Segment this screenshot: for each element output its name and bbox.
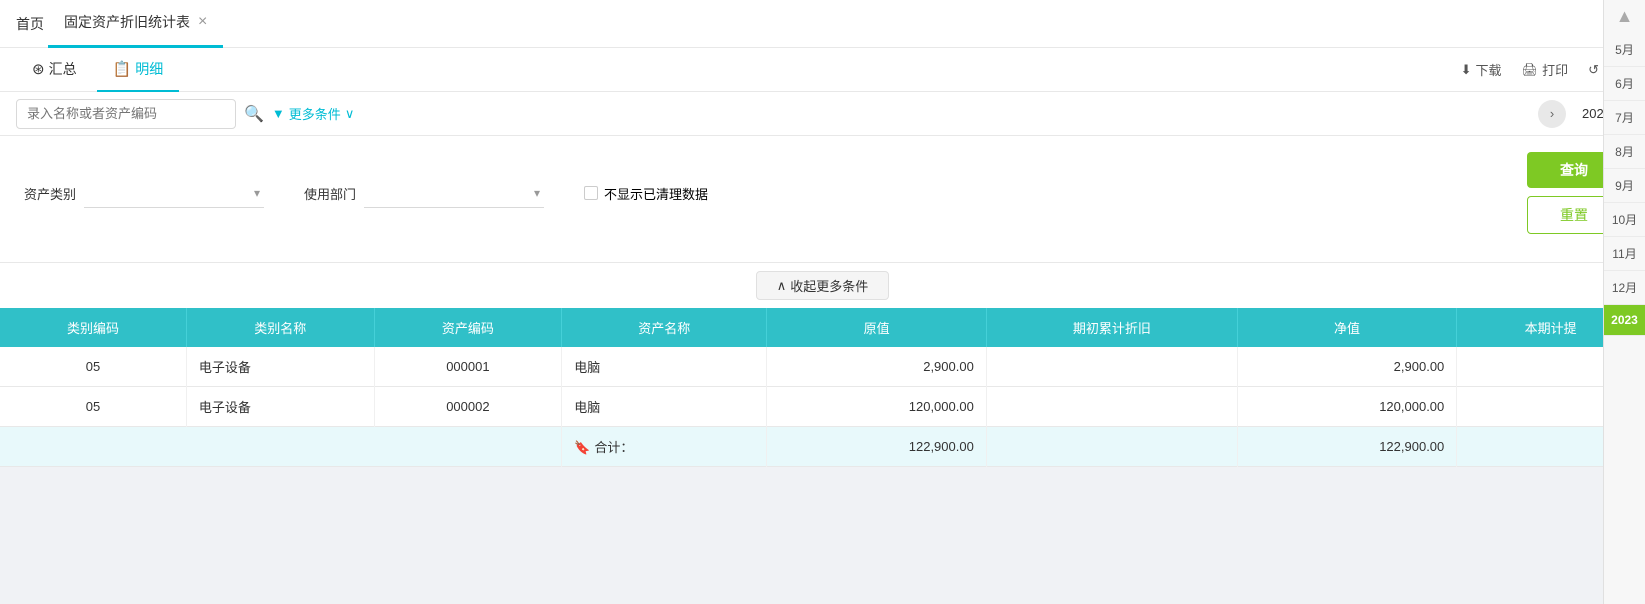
total-original-value: 122,900.00 — [767, 427, 986, 467]
collapse-label: 收起更多条件 — [790, 276, 868, 295]
asset-type-select-wrapper — [84, 178, 264, 208]
chevron-down-icon: ∨ — [345, 106, 355, 122]
col-header-original-value: 原值 — [767, 308, 986, 347]
col-header-category-code: 类别编码 — [0, 308, 186, 347]
cell-net-value: 120,000.00 — [1237, 387, 1456, 427]
sidebar-month-9[interactable]: 9月 — [1604, 169, 1645, 203]
filter-row: 资产类别 使用部门 不显示已清理数据 查询 重置 — [24, 152, 1621, 234]
col-header-asset-code: 资产编码 — [374, 308, 562, 347]
col-header-asset-name: 资产名称 — [562, 308, 767, 347]
table-header-row: 类别编码 类别名称 资产编码 资产名称 原值 期初累计折旧 净值 本期计提 — [0, 308, 1645, 347]
table-row: 05 电子设备 000001 电脑 2,900.00 2,900.00 — [0, 347, 1645, 387]
total-net-value: 122,900.00 — [1237, 427, 1456, 467]
table-container: 类别编码 类别名称 资产编码 资产名称 原值 期初累计折旧 净值 本期计提 05… — [0, 308, 1645, 467]
tab-summary[interactable]: ⊛ 汇总 — [16, 48, 93, 92]
dept-select[interactable] — [364, 178, 544, 208]
cell-code: 05 — [0, 347, 186, 387]
no-cleared-checkbox[interactable] — [584, 186, 598, 200]
detail-icon: 📋 — [113, 60, 132, 78]
sidebar-year-active[interactable]: 2023 — [1604, 305, 1645, 336]
total-accum-depreciation — [986, 427, 1237, 467]
sidebar-up-button[interactable]: ▲ — [1604, 0, 1645, 33]
total-label — [0, 427, 562, 467]
download-label: 下载 — [1476, 60, 1502, 79]
cell-accum-depreciation — [986, 387, 1237, 427]
sidebar-month-12[interactable]: 12月 — [1604, 271, 1645, 305]
home-link[interactable]: 首页 — [16, 14, 44, 34]
cell-original-value: 120,000.00 — [767, 387, 986, 427]
sidebar-month-7[interactable]: 7月 — [1604, 101, 1645, 135]
no-cleared-label: 不显示已清理数据 — [604, 184, 708, 203]
filter-area: 资产类别 使用部门 不显示已清理数据 查询 重置 — [0, 136, 1645, 263]
asset-type-label: 资产类别 — [24, 184, 76, 203]
print-label: 打印 — [1542, 60, 1568, 79]
tab-detail[interactable]: 📋 明细 — [97, 48, 180, 92]
col-header-accum-depreciation: 期初累计折旧 — [986, 308, 1237, 347]
print-button[interactable]: 🖨 打印 — [1522, 60, 1569, 79]
download-button[interactable]: ⬇ 下载 — [1461, 60, 1502, 79]
cell-category-name: 电子设备 — [186, 347, 374, 387]
detail-tab-label: 明细 — [135, 59, 163, 79]
top-nav: 首页 固定资产折旧统计表 × ✕ — [0, 0, 1645, 48]
table-row: 05 电子设备 000002 电脑 120,000.00 120,000.00 — [0, 387, 1645, 427]
asset-type-select[interactable] — [84, 178, 264, 208]
col-header-category-name: 类别名称 — [186, 308, 374, 347]
collapse-icon: ∧ — [777, 278, 787, 294]
sidebar-month-6[interactable]: 6月 — [1604, 67, 1645, 101]
cell-original-value: 2,900.00 — [767, 347, 986, 387]
sidebar-month-8[interactable]: 8月 — [1604, 135, 1645, 169]
collapse-bar: ∧ 收起更多条件 — [0, 263, 1645, 308]
sub-tabs-bar: ⊛ 汇总 📋 明细 ⬇ 下载 🖨 打印 ↺ 刷新 — [0, 48, 1645, 92]
cell-asset-name: 电脑 — [562, 347, 767, 387]
sidebar-month-10[interactable]: 10月 — [1604, 203, 1645, 237]
tab-label: 固定资产折旧统计表 — [64, 12, 190, 32]
dept-label: 使用部门 — [304, 184, 356, 203]
right-sidebar: ▲ 5月 6月 7月 8月 9月 10月 11月 12月 2023 — [1603, 0, 1645, 604]
total-icon: 🔖 — [574, 440, 590, 455]
cell-asset-code: 000002 — [374, 387, 562, 427]
tab-close-icon[interactable]: × — [198, 13, 207, 31]
col-header-net-value: 净值 — [1237, 308, 1456, 347]
no-cleared-checkbox-wrapper[interactable]: 不显示已清理数据 — [584, 184, 708, 203]
search-bar: 🔍 ▼ 更多条件 ∨ › 2023.01 — [0, 92, 1645, 136]
active-tab[interactable]: 固定资产折旧统计表 × — [48, 0, 223, 48]
print-icon: 🖨 — [1522, 62, 1539, 78]
refresh-icon: ↺ — [1588, 62, 1599, 78]
more-filter-button[interactable]: ▼ 更多条件 ∨ — [272, 104, 354, 123]
summary-icon: ⊛ — [32, 60, 45, 78]
search-input[interactable] — [16, 99, 236, 129]
cell-asset-code: 000001 — [374, 347, 562, 387]
search-icon[interactable]: 🔍 — [244, 104, 264, 124]
summary-tab-label: 汇总 — [49, 59, 77, 79]
download-icon: ⬇ — [1461, 62, 1472, 78]
dept-select-wrapper — [364, 178, 544, 208]
nav-right-arrow[interactable]: › — [1538, 100, 1566, 128]
filter-label: 更多条件 — [289, 104, 341, 123]
sidebar-month-11[interactable]: 11月 — [1604, 237, 1645, 271]
dept-filter: 使用部门 — [304, 178, 544, 208]
sidebar-month-5[interactable]: 5月 — [1604, 33, 1645, 67]
filter-icon: ▼ — [272, 106, 285, 121]
collapse-button[interactable]: ∧ 收起更多条件 — [756, 271, 890, 300]
cell-net-value: 2,900.00 — [1237, 347, 1456, 387]
cell-category-name: 电子设备 — [186, 387, 374, 427]
cell-code: 05 — [0, 387, 186, 427]
cell-accum-depreciation — [986, 347, 1237, 387]
cell-asset-name: 电脑 — [562, 387, 767, 427]
data-table: 类别编码 类别名称 资产编码 资产名称 原值 期初累计折旧 净值 本期计提 05… — [0, 308, 1645, 467]
asset-type-filter: 资产类别 — [24, 178, 264, 208]
table-body: 05 电子设备 000001 电脑 2,900.00 2,900.00 05 电… — [0, 347, 1645, 467]
total-label-text: 🔖合计： — [562, 427, 767, 467]
table-total-row: 🔖合计： 122,900.00 122,900.00 — [0, 427, 1645, 467]
